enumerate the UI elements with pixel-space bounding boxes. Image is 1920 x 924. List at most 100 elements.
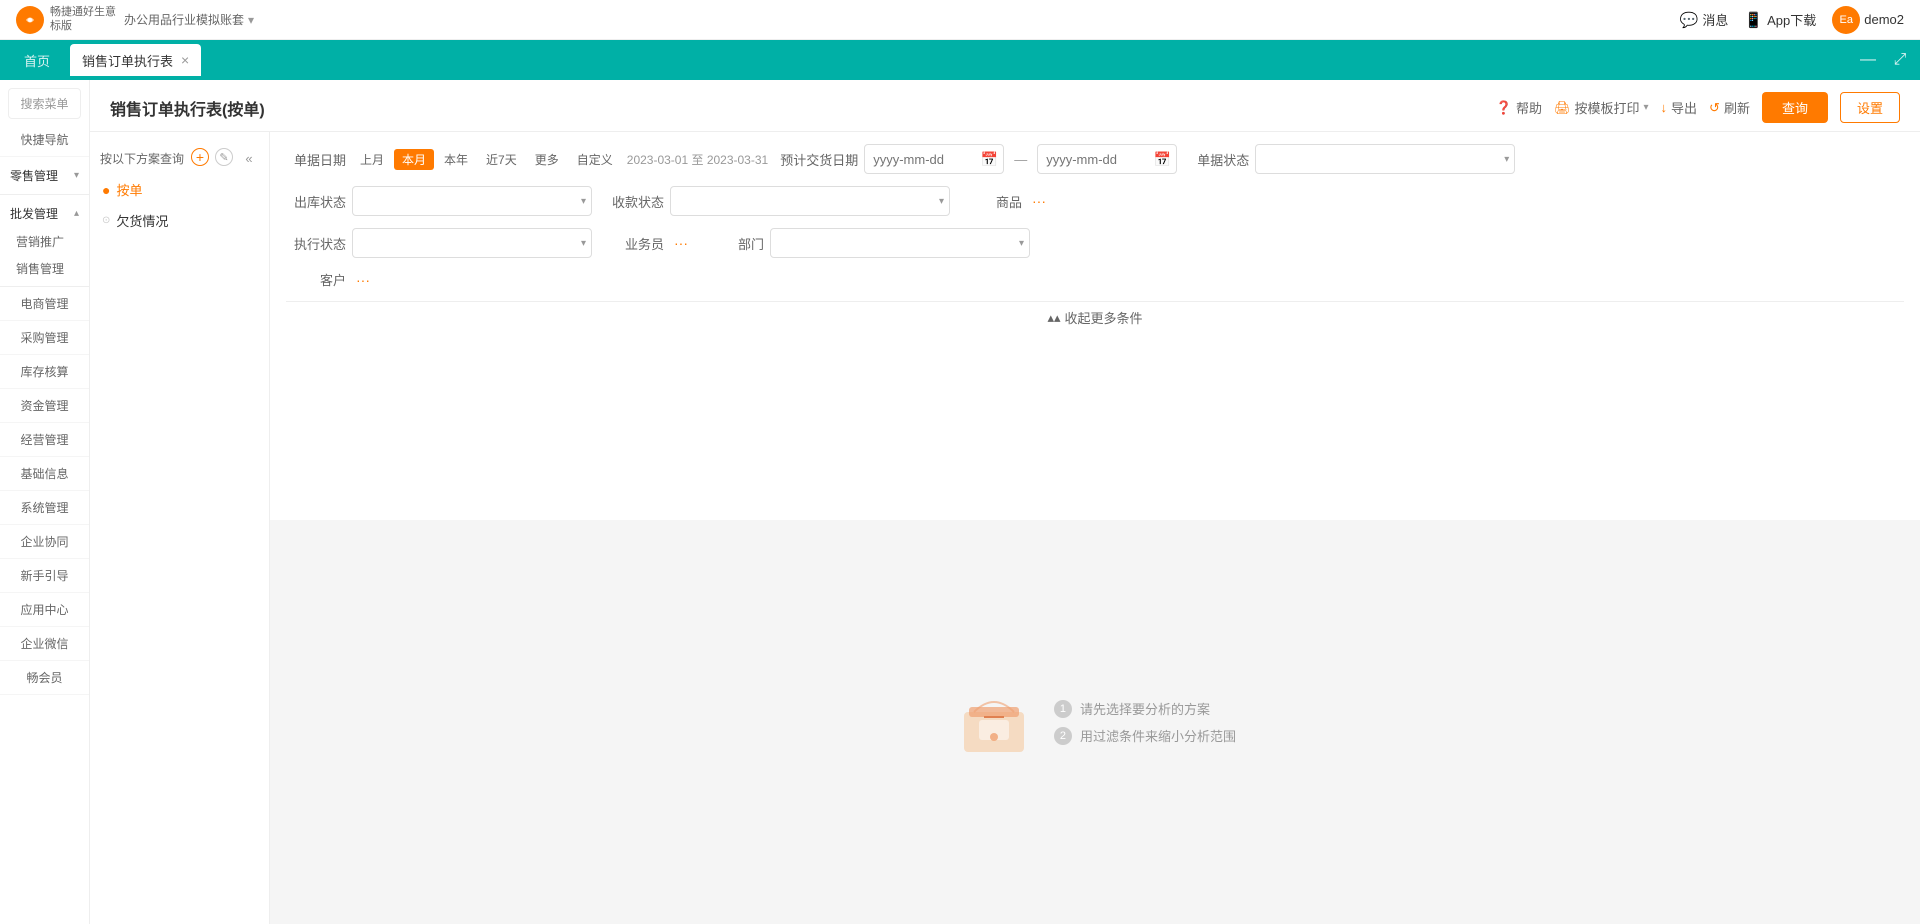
- app-download-icon: 📱: [1744, 11, 1763, 29]
- user-area[interactable]: Ea demo2: [1832, 6, 1904, 34]
- top-bar-right: 💬 消息 📱 App下载 Ea demo2: [1680, 6, 1904, 34]
- tip-1-text: 请先选择要分析的方案: [1080, 699, 1210, 718]
- sidebar-item-quicknav[interactable]: 快捷导航: [0, 123, 89, 157]
- scheme-item-order[interactable]: ● 按单: [90, 174, 269, 205]
- sidebar-item-purchase[interactable]: 采购管理: [0, 321, 89, 355]
- refresh-button[interactable]: ↺ 刷新: [1709, 98, 1750, 117]
- tab-close-icon[interactable]: ×: [181, 52, 189, 68]
- outbound-select[interactable]: [352, 186, 592, 216]
- dept-select[interactable]: [770, 228, 1030, 258]
- sidebar-item-ecommerce[interactable]: 电商管理: [0, 287, 89, 321]
- date-tab-7days[interactable]: 近7天: [478, 149, 525, 170]
- sidebar-item-newuser[interactable]: 新手引导: [0, 559, 89, 593]
- tip-2-num: 2: [1054, 727, 1072, 745]
- filter-row-1: 单据日期 上月 本月 本年 近7天 更多 自定义 2023-03-01 至 20…: [286, 144, 1904, 174]
- print-button[interactable]: 🖨 按模板打印 ▾: [1554, 98, 1649, 117]
- goods-select-button[interactable]: ···: [1028, 193, 1050, 209]
- tab-minimize-button[interactable]: —: [1856, 48, 1880, 72]
- filter-outbound-item: 出库状态 ▾: [286, 186, 592, 216]
- filter-customer-item: 客户 ···: [286, 270, 374, 289]
- query-button[interactable]: 查询: [1762, 92, 1828, 123]
- tip-1-num: 1: [1054, 700, 1072, 718]
- calendar-to-icon[interactable]: 📅: [1154, 151, 1171, 168]
- calendar-from-icon[interactable]: 📅: [981, 151, 998, 168]
- date-tab-thisyear[interactable]: 本年: [436, 149, 476, 170]
- export-button[interactable]: ↓ 导出: [1661, 98, 1698, 117]
- top-bar: 畅捷通好生意 标版 办公用品行业模拟账套 ▾ 💬 消息 📱 App下载 Ea d…: [0, 0, 1920, 40]
- filter-row-2: 出库状态 ▾ 收款状态: [286, 186, 1904, 216]
- sidebar-item-marketing[interactable]: 营销推广: [0, 228, 89, 255]
- breadcrumb[interactable]: 办公用品行业模拟账套 ▾: [124, 11, 254, 28]
- empty-tips: 1 请先选择要分析的方案 2 用过滤条件来缩小分析范围: [1054, 699, 1236, 745]
- logo-text: 畅捷通好生意 标版: [50, 6, 116, 32]
- date-tab-custom[interactable]: 自定义: [569, 149, 621, 170]
- doc-status-select-wrapper: ▾: [1255, 144, 1515, 174]
- dept-label: 部门: [704, 234, 764, 253]
- chevron-up-icon: ▴: [74, 208, 79, 219]
- minimize-icon: —: [1860, 51, 1876, 69]
- scheme-active-icon: ●: [102, 182, 110, 198]
- sidebar-section-wholesale: 批发管理 ▴ 营销推广 销售管理: [0, 195, 89, 287]
- date-label: 单据日期: [286, 150, 346, 169]
- scheme-panel: 按以下方案查询 + ✎ « ● 按单 ⊙ 欠货情况: [90, 132, 270, 924]
- tab-home[interactable]: 首页: [8, 40, 66, 80]
- sidebar-section-wholesale-header[interactable]: 批发管理 ▴: [0, 199, 89, 228]
- sidebar-item-basic[interactable]: 基础信息: [0, 457, 89, 491]
- sidebar-item-sales[interactable]: 销售管理: [0, 255, 89, 282]
- filter-expected-date-item: 预计交货日期 📅 — 📅: [780, 144, 1177, 174]
- page-header-actions: ❓ 帮助 🖨 按模板打印 ▾ ↓ 导出 ↺ 刷新 查询 设置: [1496, 92, 1900, 123]
- scheme-add-button[interactable]: +: [191, 148, 209, 166]
- scheme-header: 按以下方案查询 + ✎ «: [90, 142, 269, 174]
- filter-row-4: 客户 ···: [286, 270, 1904, 289]
- empty-illustration: [954, 682, 1034, 762]
- data-area: 1 请先选择要分析的方案 2 用过滤条件来缩小分析范围: [270, 520, 1920, 924]
- scheme-item-stock[interactable]: ⊙ 欠货情况: [90, 205, 269, 236]
- dept-select-wrapper: ▾: [770, 228, 1030, 258]
- date-tabs: 上月 本月 本年 近7天 更多 自定义: [352, 149, 621, 170]
- exec-select[interactable]: [352, 228, 592, 258]
- content-area: 销售订单执行表(按单) ❓ 帮助 🖨 按模板打印 ▾ ↓ 导出 ↺ 刷新: [90, 80, 1920, 924]
- tab-maximize-button[interactable]: ⤢: [1888, 48, 1912, 72]
- sidebar-item-member[interactable]: 畅会员: [0, 661, 89, 695]
- date-tab-more[interactable]: 更多: [527, 149, 567, 170]
- sidebar-search-area: 搜索菜单: [0, 80, 89, 123]
- search-menu-button[interactable]: 搜索菜单: [8, 88, 81, 119]
- salesman-select-button[interactable]: ···: [670, 235, 692, 251]
- expected-date-label: 预计交货日期: [780, 150, 858, 169]
- date-tab-thismonth[interactable]: 本月: [394, 149, 434, 170]
- customer-select-button[interactable]: ···: [352, 272, 374, 288]
- date-tab-lastmonth[interactable]: 上月: [352, 149, 392, 170]
- tab-active[interactable]: 销售订单执行表 ×: [70, 44, 201, 76]
- sidebar: 搜索菜单 快捷导航 零售管理 ▾ 批发管理 ▴ 营销推广 销售管理 电商管理 采…: [0, 80, 90, 924]
- sidebar-item-finance[interactable]: 资金管理: [0, 389, 89, 423]
- payment-label: 收款状态: [604, 192, 664, 211]
- payment-select-wrapper: ▾: [670, 186, 950, 216]
- sidebar-item-enterprise[interactable]: 企业协同: [0, 525, 89, 559]
- app-download-button[interactable]: 📱 App下载: [1744, 10, 1816, 29]
- message-icon: 💬: [1680, 11, 1699, 29]
- sidebar-item-system[interactable]: 系统管理: [0, 491, 89, 525]
- help-button[interactable]: ❓ 帮助: [1496, 98, 1542, 117]
- tab-bar-actions: — ⤢: [1856, 48, 1912, 72]
- filter-panel: 按以下方案查询 + ✎ « ● 按单 ⊙ 欠货情况: [90, 132, 1920, 924]
- customer-label: 客户: [286, 270, 346, 289]
- collapse-filter-button[interactable]: ▴▴ 收起更多条件: [286, 301, 1904, 333]
- scheme-edit-button[interactable]: ✎: [215, 148, 233, 166]
- filter-date-item: 单据日期 上月 本月 本年 近7天 更多 自定义 2023-03-01 至 20…: [286, 149, 768, 170]
- filter-row-3: 执行状态 ▾ 业务员 ···: [286, 228, 1904, 258]
- settings-button[interactable]: 设置: [1840, 92, 1900, 123]
- scheme-collapse-button[interactable]: «: [239, 148, 259, 168]
- message-button[interactable]: 💬 消息: [1680, 10, 1729, 29]
- chevron-up-icon: ▴▴: [1047, 310, 1060, 326]
- sidebar-item-wechat[interactable]: 企业微信: [0, 627, 89, 661]
- payment-select[interactable]: [670, 186, 950, 216]
- sidebar-item-appcenter[interactable]: 应用中心: [0, 593, 89, 627]
- doc-status-select[interactable]: [1255, 144, 1515, 174]
- refresh-icon: ↺: [1709, 100, 1720, 116]
- sidebar-item-operations[interactable]: 经营管理: [0, 423, 89, 457]
- page-header: 销售订单执行表(按单) ❓ 帮助 🖨 按模板打印 ▾ ↓ 导出 ↺ 刷新: [90, 80, 1920, 132]
- doc-status-label: 单据状态: [1189, 150, 1249, 169]
- outbound-label: 出库状态: [286, 192, 346, 211]
- sidebar-section-retail-header[interactable]: 零售管理 ▾: [0, 161, 89, 190]
- sidebar-item-inventory[interactable]: 库存核算: [0, 355, 89, 389]
